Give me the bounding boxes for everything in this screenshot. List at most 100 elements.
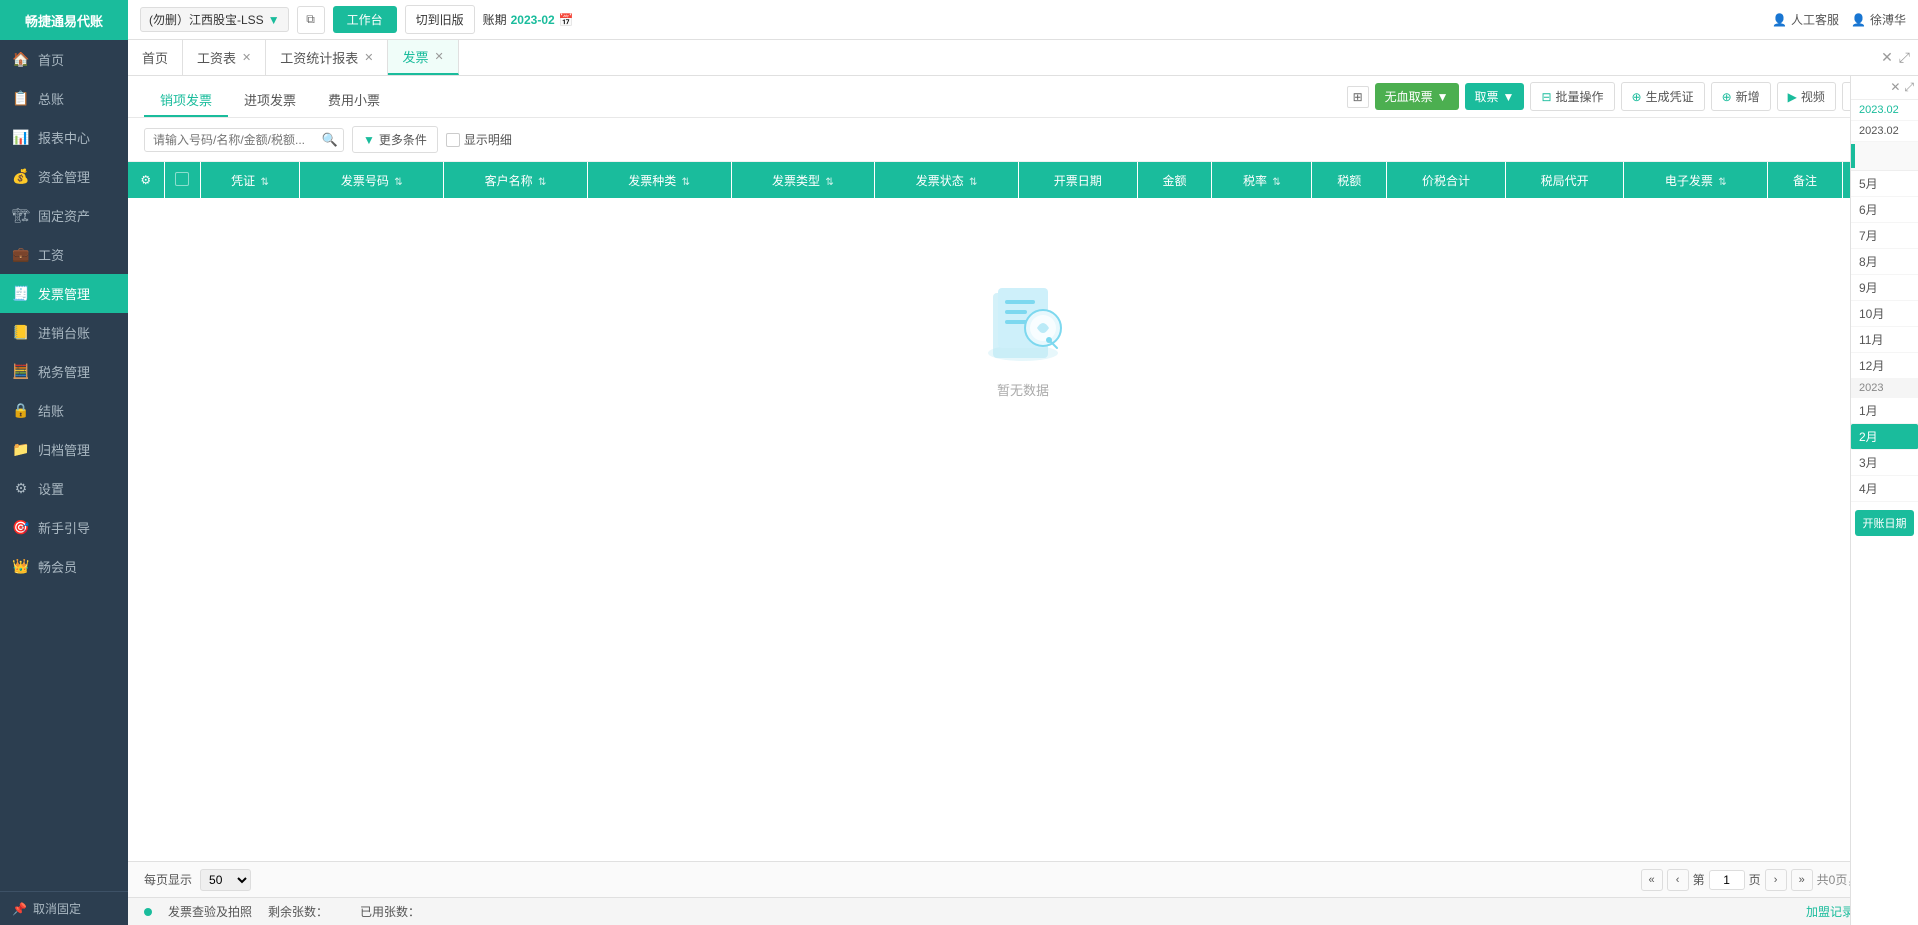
month-item-10[interactable]: 10月 <box>1851 301 1918 327</box>
month-item-12[interactable]: 12月 <box>1851 353 1918 379</box>
batch-ops-button[interactable]: ⊟ 批量操作 <box>1530 82 1614 111</box>
sidebar-item-settings[interactable]: ⚙ 设置 <box>0 469 128 508</box>
copy-button[interactable]: ⧉ <box>297 6 325 34</box>
tab-close-icon[interactable]: ✕ <box>435 50 444 63</box>
close-panel-button[interactable]: ✕ <box>1890 80 1900 95</box>
date-item[interactable]: 2023.02 <box>1851 121 1918 142</box>
month-item-7[interactable]: 7月 <box>1851 223 1918 249</box>
join-link[interactable]: 加盟记录 <box>1806 903 1854 920</box>
header-checkbox[interactable] <box>175 172 189 186</box>
tab-close-icon[interactable]: ✕ <box>364 51 373 64</box>
generate-icon: ⊕ <box>1632 90 1642 104</box>
switch-version-button[interactable]: 切到旧版 <box>405 5 475 34</box>
sort-icon[interactable]: ⇅ <box>394 177 402 188</box>
expand-panel-button[interactable]: ⤢ <box>1904 80 1914 95</box>
sidebar-item-ledger[interactable]: 📋 总账 <box>0 79 128 118</box>
sort-icon[interactable]: ⇅ <box>825 177 833 188</box>
sidebar-item-reports[interactable]: 📊 报表中心 <box>0 118 128 157</box>
month-item-11[interactable]: 11月 <box>1851 327 1918 353</box>
last-page-button[interactable]: » <box>1791 869 1813 891</box>
sort-icon[interactable]: ⇅ <box>260 177 268 188</box>
tab-invoice[interactable]: 发票 ✕ <box>388 40 458 75</box>
page-number-input[interactable] <box>1709 870 1745 890</box>
tab-close-icon[interactable]: ✕ <box>242 51 251 64</box>
unpin-button[interactable]: 📌 取消固定 <box>0 892 128 925</box>
close-all-icon[interactable]: ✕ <box>1881 49 1893 66</box>
no-tax-label: 无血取票 <box>1385 88 1433 105</box>
sidebar-item-funds[interactable]: 💰 资金管理 <box>0 157 128 196</box>
sort-icon[interactable]: ⇅ <box>1718 177 1726 188</box>
sort-icon[interactable]: ⇅ <box>1272 177 1280 188</box>
month-item-5[interactable]: 5月 <box>1851 171 1918 197</box>
get-ticket-button[interactable]: 取票 ▼ <box>1465 83 1525 110</box>
sort-icon[interactable]: ⇅ <box>682 177 690 188</box>
invoice-status-header: 发票状态 <box>916 174 964 188</box>
workspace-button[interactable]: 工作台 <box>333 6 397 33</box>
sort-icon[interactable]: ⇅ <box>538 177 546 188</box>
sidebar-item-invoice-mgmt[interactable]: 🧾 发票管理 <box>0 274 128 313</box>
search-input[interactable] <box>144 128 344 152</box>
sub-tab-sales[interactable]: 销项发票 <box>144 84 228 117</box>
settings-icon: ⚙ <box>12 480 30 497</box>
no-tax-button[interactable]: 无血取票 ▼ <box>1375 83 1459 110</box>
date-value: 2023.02 <box>1859 125 1899 137</box>
sidebar-item-close[interactable]: 🔒 结账 <box>0 391 128 430</box>
month-item-2023-2[interactable]: 2月 <box>1851 424 1918 450</box>
month-label: 10月 <box>1859 305 1884 322</box>
month-item-8[interactable]: 8月 <box>1851 249 1918 275</box>
customer-service-button[interactable]: 👤 人工客服 <box>1772 11 1839 28</box>
tab-label: 工资统计报表 <box>280 48 358 67</box>
year-2023-header: 2023 <box>1851 379 1918 398</box>
sidebar-item-member[interactable]: 👑 畅会员 <box>0 547 128 586</box>
page-area: 销项发票 进项发票 费用小票 ⊞ 无血取票 ▼ 取票 ▼ ⊟ 批量操作 <box>128 76 1918 925</box>
col-settings[interactable]: ⚙ <box>128 162 164 198</box>
sidebar-item-archive[interactable]: 📁 归档管理 <box>0 430 128 469</box>
user-avatar-icon: 👤 <box>1851 13 1866 27</box>
month-item-6[interactable]: 6月 <box>1851 197 1918 223</box>
page-size-select[interactable]: 50 10 20 100 <box>200 869 251 891</box>
new-button[interactable]: ⊕ 新增 <box>1711 82 1771 111</box>
sort-icon[interactable]: ⇅ <box>969 177 977 188</box>
grid-view-icon[interactable]: ⊞ <box>1347 86 1369 108</box>
month-item-2023-4[interactable]: 4月 <box>1851 476 1918 502</box>
sidebar-item-label: 归档管理 <box>38 440 90 459</box>
sub-tab-purchase[interactable]: 进项发票 <box>228 84 312 117</box>
tax-icon: 🧮 <box>12 363 30 380</box>
filter-button[interactable]: ▼ 更多条件 <box>352 126 438 153</box>
next-page-button[interactable]: › <box>1765 869 1787 891</box>
month-item-2023-3[interactable]: 3月 <box>1851 450 1918 476</box>
calendar-icon[interactable]: 📅 <box>559 13 574 27</box>
tab-home[interactable]: 首页 <box>128 40 183 75</box>
date-item[interactable]: 2023.02 <box>1851 100 1918 121</box>
prev-page-button[interactable]: ‹ <box>1667 869 1689 891</box>
first-page-button[interactable]: « <box>1641 869 1663 891</box>
tab-salary-stats[interactable]: 工资统计报表 ✕ <box>266 40 388 75</box>
show-detail-checkbox[interactable]: 显示明细 <box>446 131 512 148</box>
search-wrap: 🔍 <box>144 128 344 152</box>
sub-tabbar: 销项发票 进项发票 费用小票 <box>128 76 1347 117</box>
sidebar-item-home[interactable]: 🏠 首页 <box>0 40 128 79</box>
tab-salary[interactable]: 工资表 ✕ <box>183 40 266 75</box>
user-profile-button[interactable]: 👤 徐溥华 <box>1851 11 1906 28</box>
open-period-button[interactable]: 开账日期 <box>1855 510 1914 536</box>
sidebar-bottom: 📌 取消固定 <box>0 891 128 925</box>
guide-icon: 🎯 <box>12 519 30 536</box>
generate-proof-button[interactable]: ⊕ 生成凭证 <box>1621 82 1705 111</box>
video-button[interactable]: ▶ 视频 <box>1777 82 1836 111</box>
company-selector[interactable]: (勿删）江西股宝-LSS ▼ <box>140 7 289 32</box>
topbar: (勿删）江西股宝-LSS ▼ ⧉ 工作台 切到旧版 账期 2023-02 📅 👤… <box>128 0 1918 40</box>
sidebar-item-sales-ledger[interactable]: 📒 进销台账 <box>0 313 128 352</box>
sidebar-item-salary[interactable]: 💼 工资 <box>0 235 128 274</box>
sidebar-item-assets[interactable]: 🏗 固定资产 <box>0 196 128 235</box>
invoice-table: ⚙ 凭证 ⇅ 发票号码 ⇅ 客户名称 <box>128 162 1918 198</box>
sidebar-item-tax[interactable]: 🧮 税务管理 <box>0 352 128 391</box>
month-item-9[interactable]: 9月 <box>1851 275 1918 301</box>
expand-tabs-icon[interactable]: ⤢ <box>1899 49 1910 66</box>
app-logo: 畅捷通易代账 <box>0 0 128 40</box>
col-check[interactable] <box>164 162 200 198</box>
month-label: 5月 <box>1859 175 1878 192</box>
sub-tab-expense[interactable]: 费用小票 <box>312 84 396 117</box>
search-icon[interactable]: 🔍 <box>322 132 338 148</box>
sidebar-item-guide[interactable]: 🎯 新手引导 <box>0 508 128 547</box>
month-item-2023-1[interactable]: 1月 <box>1851 398 1918 424</box>
